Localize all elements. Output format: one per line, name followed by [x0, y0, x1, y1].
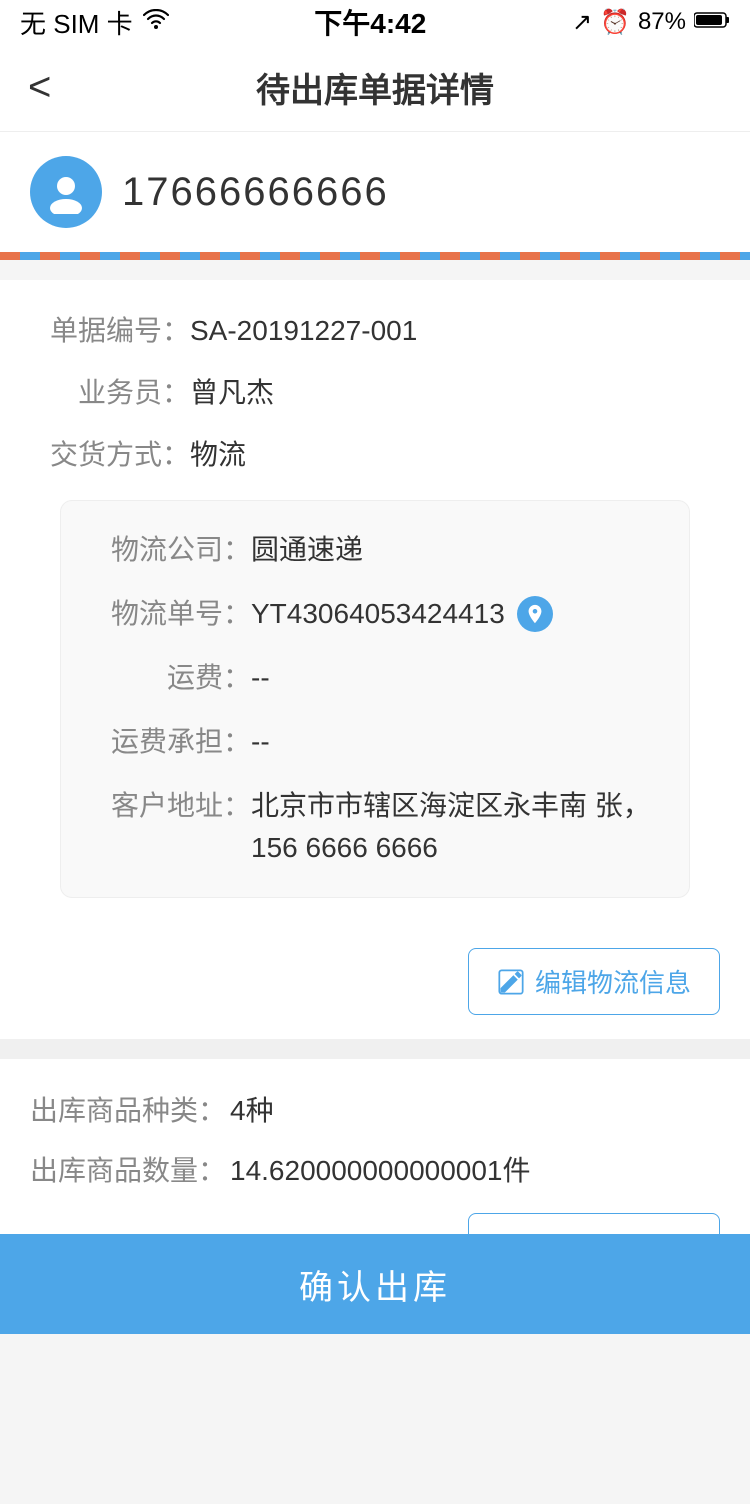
- status-time: 下午4:42: [314, 2, 426, 42]
- logistics-tracking-value: YT43064053424413: [251, 593, 505, 635]
- delivery-value: 物流: [190, 434, 720, 476]
- edit-icon: [497, 968, 525, 996]
- status-right: ↗ ⏰ 87%: [572, 8, 730, 37]
- goods-types-row: 出库商品种类： 4种: [30, 1089, 720, 1129]
- logistics-tracking-row: 物流单号： YT43064053424413: [91, 593, 659, 635]
- order-no-label: 单据编号：: [30, 310, 190, 352]
- logistics-tracking-label: 物流单号：: [91, 593, 251, 635]
- goods-quantity-label: 出库商品数量：: [30, 1149, 230, 1189]
- logistics-tracking-value-group: YT43064053424413: [251, 593, 659, 635]
- delivery-row: 交货方式： 物流: [30, 434, 720, 476]
- edit-btn-row: 编辑物流信息: [0, 948, 750, 1039]
- goods-types-label: 出库商品种类：: [30, 1089, 230, 1129]
- goods-quantity-row: 出库商品数量： 14.620000000000001件: [30, 1149, 720, 1189]
- freight-bear-row: 运费承担： --: [91, 721, 659, 763]
- logistics-company-row: 物流公司： 圆通速递: [91, 529, 659, 571]
- status-left: 无 SIM 卡: [20, 4, 169, 41]
- battery-icon: [694, 8, 730, 36]
- edit-logistics-label: 编辑物流信息: [535, 963, 691, 1000]
- user-header: 17666666666: [0, 132, 750, 252]
- confirm-button-label: 确认出库: [299, 1260, 451, 1309]
- freight-value: --: [251, 657, 659, 699]
- salesman-label: 业务员：: [30, 372, 190, 414]
- status-bar: 无 SIM 卡 下午4:42 ↗ ⏰ 87%: [0, 0, 750, 44]
- freight-bear-label: 运费承担：: [91, 721, 251, 763]
- order-no-value: SA-20191227-001: [190, 310, 720, 352]
- map-location-icon[interactable]: [517, 596, 553, 632]
- carrier-text: 无 SIM 卡: [20, 4, 133, 41]
- logistics-company-label: 物流公司：: [91, 529, 251, 571]
- wifi-icon: [143, 9, 169, 35]
- order-info-section: 单据编号： SA-20191227-001 业务员： 曾凡杰 交货方式： 物流 …: [0, 280, 750, 948]
- battery-text: 87%: [638, 8, 686, 36]
- logistics-company-value: 圆通速递: [251, 529, 659, 571]
- address-row: 客户地址： 北京市市辖区海淀区永丰南 张，156 6666 6666: [91, 785, 659, 869]
- salesman-row: 业务员： 曾凡杰: [30, 372, 720, 414]
- order-no-row: 单据编号： SA-20191227-001: [30, 310, 720, 352]
- spacer: [0, 1304, 750, 1504]
- edit-logistics-button[interactable]: 编辑物流信息: [468, 948, 720, 1015]
- user-avatar: [30, 156, 102, 228]
- section-divider: [0, 1039, 750, 1059]
- address-value: 北京市市辖区海淀区永丰南 张，156 6666 6666: [251, 785, 659, 869]
- alarm-icon: ⏰: [600, 8, 630, 37]
- freight-label: 运费：: [91, 657, 251, 699]
- user-phone: 17666666666: [122, 170, 389, 215]
- goods-quantity-value: 14.620000000000001件: [230, 1149, 531, 1189]
- salesman-value: 曾凡杰: [190, 372, 720, 414]
- nav-bar: < 待出库单据详情: [0, 44, 750, 132]
- freight-bear-value: --: [251, 721, 659, 763]
- confirm-button-bar[interactable]: 确认出库: [0, 1234, 750, 1334]
- address-label: 客户地址：: [91, 785, 251, 827]
- page-title: 待出库单据详情: [256, 63, 494, 112]
- goods-section: 出库商品种类： 4种 出库商品数量： 14.620000000000001件: [0, 1059, 750, 1213]
- back-button[interactable]: <: [28, 65, 51, 110]
- location-icon: ↗: [572, 8, 592, 37]
- goods-types-value: 4种: [230, 1089, 274, 1129]
- dashed-separator: [0, 252, 750, 260]
- logistics-card: 物流公司： 圆通速递 物流单号： YT43064053424413 运费： --: [60, 500, 690, 898]
- freight-row: 运费： --: [91, 657, 659, 699]
- delivery-label: 交货方式：: [30, 434, 190, 476]
